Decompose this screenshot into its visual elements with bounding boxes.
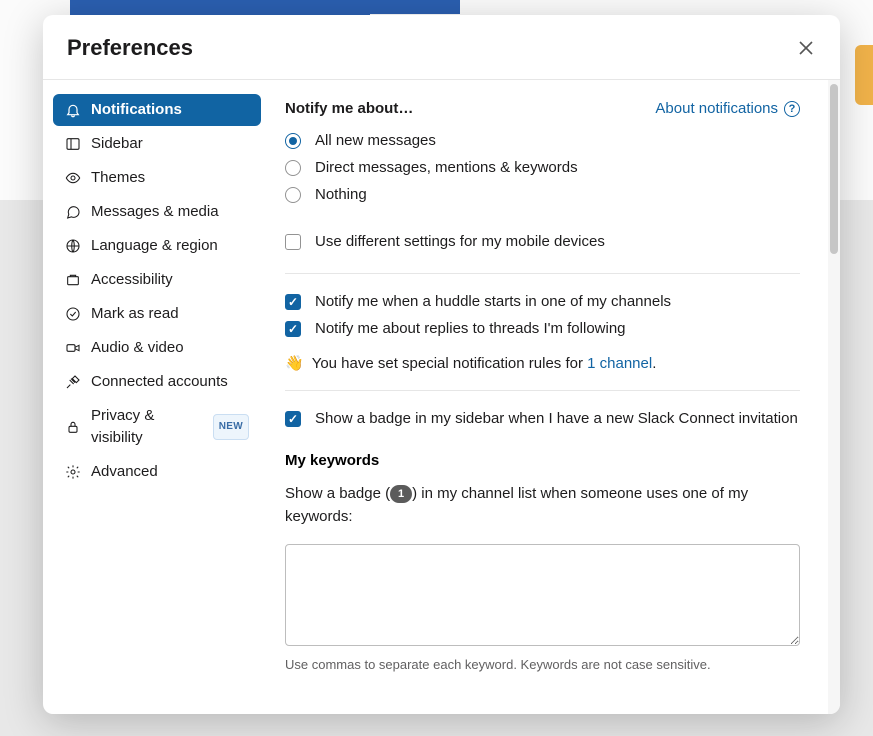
sidebar-item-label: Notifications bbox=[91, 99, 182, 121]
radio-dm-mentions[interactable] bbox=[285, 160, 301, 176]
new-badge: NEW bbox=[213, 414, 249, 440]
check-label: Notify me when a huddle starts in one of… bbox=[315, 293, 671, 310]
wave-icon: 👋 bbox=[285, 354, 304, 372]
keywords-input[interactable] bbox=[285, 544, 800, 646]
radio-all-messages[interactable] bbox=[285, 133, 301, 149]
check-row-mobile[interactable]: Use different settings for my mobile dev… bbox=[285, 228, 800, 255]
radio-row-all[interactable]: All new messages bbox=[285, 127, 800, 154]
keywords-description: Show a badge (1) in my channel list when… bbox=[285, 483, 800, 528]
sidebar-item-privacy-visibility[interactable]: Privacy & visibility NEW bbox=[53, 400, 261, 454]
sidebar-item-messages-media[interactable]: Messages & media bbox=[53, 196, 261, 228]
content-pane: Notify me about… About notifications ? A… bbox=[271, 80, 840, 714]
check-label: Show a badge in my sidebar when I have a… bbox=[315, 410, 798, 427]
sidebar-item-label: Connected accounts bbox=[91, 371, 228, 393]
lock-icon bbox=[65, 419, 81, 435]
checkbox-mobile-settings[interactable] bbox=[285, 234, 301, 250]
sidebar-item-label: Advanced bbox=[91, 461, 158, 483]
radio-label: Nothing bbox=[315, 186, 367, 203]
video-icon bbox=[65, 340, 81, 356]
eye-icon bbox=[65, 170, 81, 186]
close-icon[interactable] bbox=[796, 38, 816, 58]
channel-rules-link[interactable]: 1 channel bbox=[587, 355, 652, 372]
check-label: Use different settings for my mobile dev… bbox=[315, 233, 605, 250]
divider bbox=[285, 273, 800, 274]
check-row-slack-connect[interactable]: ✓ Show a badge in my sidebar when I have… bbox=[285, 405, 800, 432]
check-circle-icon bbox=[65, 306, 81, 322]
message-icon bbox=[65, 204, 81, 220]
sidebar-item-connected-accounts[interactable]: Connected accounts bbox=[53, 366, 261, 398]
sidebar: Notifications Sidebar Themes Messages & … bbox=[43, 80, 271, 714]
sidebar-item-audio-video[interactable]: Audio & video bbox=[53, 332, 261, 364]
scrollbar[interactable] bbox=[828, 80, 840, 714]
radio-row-dm[interactable]: Direct messages, mentions & keywords bbox=[285, 154, 800, 181]
radio-nothing[interactable] bbox=[285, 187, 301, 203]
badge-count-icon: 1 bbox=[390, 485, 412, 503]
gear-icon bbox=[65, 464, 81, 480]
keywords-hint: Use commas to separate each keyword. Key… bbox=[285, 657, 800, 672]
checkbox-thread-replies[interactable]: ✓ bbox=[285, 321, 301, 337]
notify-about-title: Notify me about… bbox=[285, 100, 413, 117]
sidebar-item-label: Mark as read bbox=[91, 303, 179, 325]
sidebar-item-mark-as-read[interactable]: Mark as read bbox=[53, 298, 261, 330]
sidebar-item-label: Themes bbox=[91, 167, 145, 189]
about-label: About notifications bbox=[655, 100, 778, 117]
radio-label: Direct messages, mentions & keywords bbox=[315, 159, 578, 176]
sidebar-item-label: Audio & video bbox=[91, 337, 184, 359]
help-icon: ? bbox=[784, 101, 800, 117]
sidebar-item-label: Sidebar bbox=[91, 133, 143, 155]
globe-icon bbox=[65, 238, 81, 254]
check-row-threads[interactable]: ✓ Notify me about replies to threads I'm… bbox=[285, 315, 800, 342]
radio-row-nothing[interactable]: Nothing bbox=[285, 181, 800, 208]
sidebar-item-sidebar[interactable]: Sidebar bbox=[53, 128, 261, 160]
scrollbar-thumb[interactable] bbox=[830, 84, 838, 254]
preferences-modal: Preferences Notifications Sidebar bbox=[43, 15, 840, 714]
modal-header: Preferences bbox=[43, 15, 840, 80]
sidebar-item-advanced[interactable]: Advanced bbox=[53, 456, 261, 488]
sidebar-item-label: Messages & media bbox=[91, 201, 219, 223]
about-notifications-link[interactable]: About notifications ? bbox=[655, 100, 800, 117]
check-label: Notify me about replies to threads I'm f… bbox=[315, 320, 626, 337]
note-suffix: . bbox=[652, 355, 656, 372]
sidebar-item-label: Language & region bbox=[91, 235, 218, 257]
layout-icon bbox=[65, 136, 81, 152]
sidebar-item-language-region[interactable]: Language & region bbox=[53, 230, 261, 262]
check-row-huddle[interactable]: ✓ Notify me when a huddle starts in one … bbox=[285, 288, 800, 315]
modal-title: Preferences bbox=[67, 35, 193, 61]
sidebar-item-label: Privacy & visibility bbox=[91, 405, 203, 449]
accessibility-icon bbox=[65, 272, 81, 288]
checkbox-huddle[interactable]: ✓ bbox=[285, 294, 301, 310]
keywords-heading: My keywords bbox=[285, 452, 800, 469]
sidebar-item-accessibility[interactable]: Accessibility bbox=[53, 264, 261, 296]
bell-icon bbox=[65, 102, 81, 118]
plug-icon bbox=[65, 374, 81, 390]
divider bbox=[285, 390, 800, 391]
note-prefix: You have set special notification rules … bbox=[312, 355, 587, 372]
sidebar-item-label: Accessibility bbox=[91, 269, 173, 291]
sidebar-item-themes[interactable]: Themes bbox=[53, 162, 261, 194]
special-rules-note: 👋 You have set special notification rule… bbox=[285, 354, 800, 372]
checkbox-slack-connect-badge[interactable]: ✓ bbox=[285, 411, 301, 427]
sidebar-item-notifications[interactable]: Notifications bbox=[53, 94, 261, 126]
radio-label: All new messages bbox=[315, 132, 436, 149]
